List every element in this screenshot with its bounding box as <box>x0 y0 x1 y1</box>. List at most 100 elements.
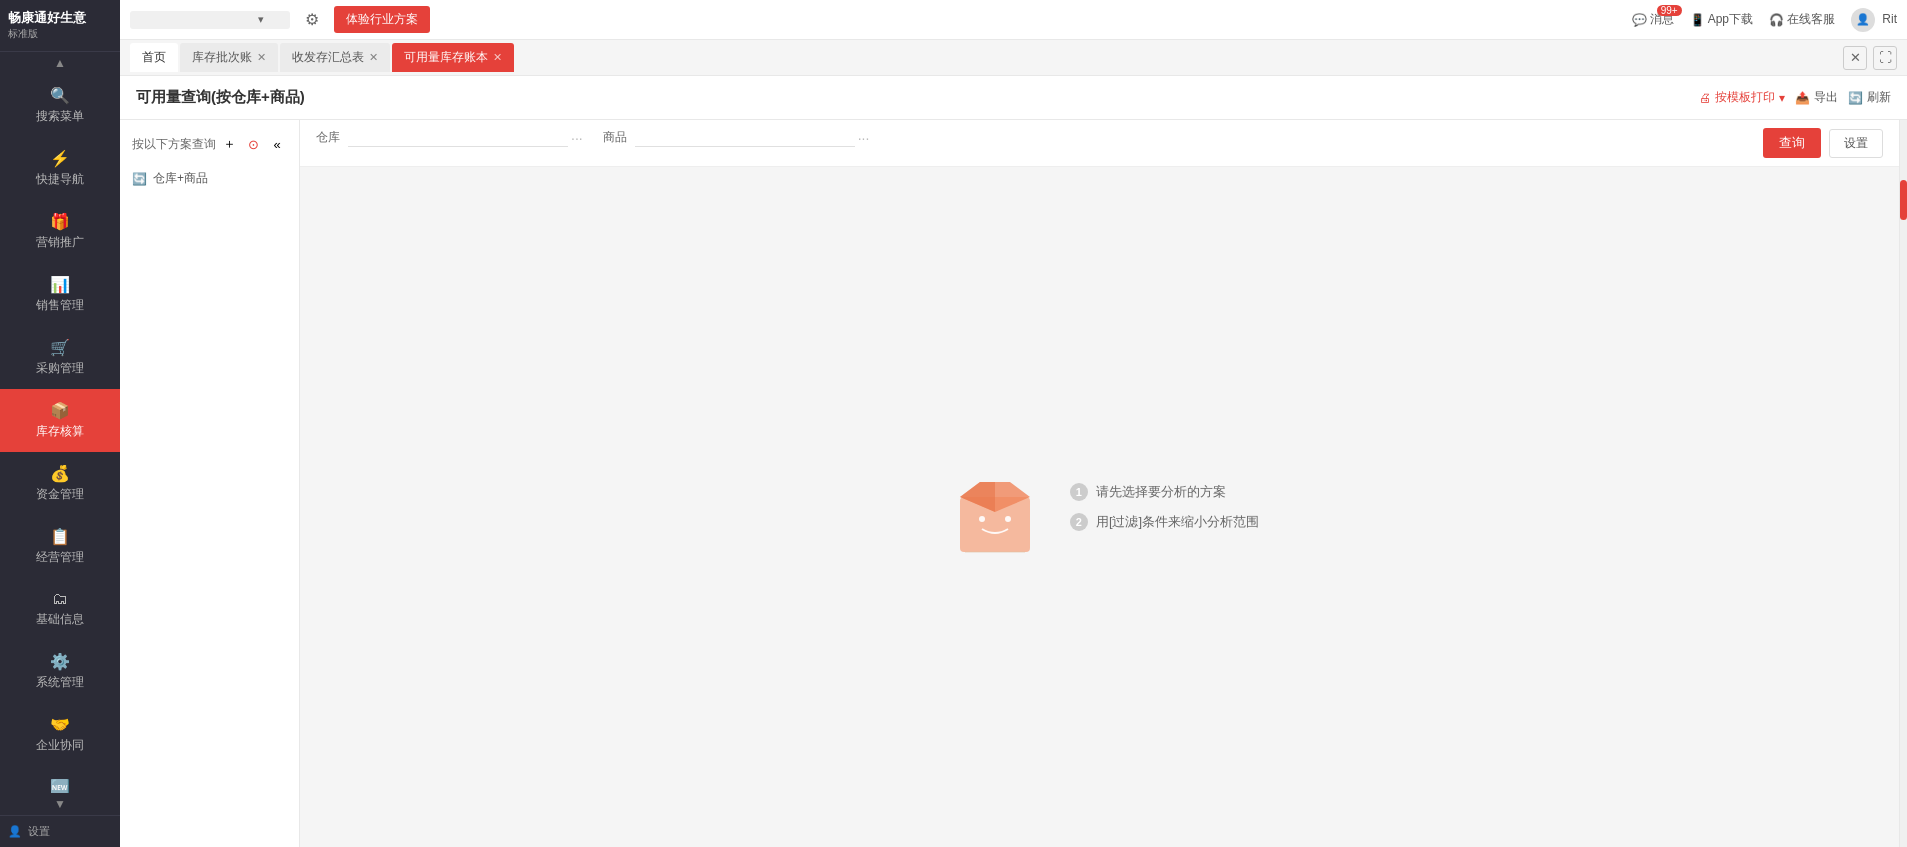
print-label: 按模板打印 <box>1715 89 1775 106</box>
btn-export[interactable]: 📤 导出 <box>1795 89 1838 106</box>
sidebar-item-basic[interactable]: 🗂 基础信息 <box>0 578 120 640</box>
sidebar: 畅康通好生意 标准版 ▲ 🔍搜索菜单 ⚡ 快捷导航 🎁 营销推广 📊销售管理 🛒 采购管理 📦库… <box>0 0 120 847</box>
tab-label-available_qty: 可用量库存账本 <box>404 49 488 66</box>
tab-close-available_qty[interactable]: ✕ <box>493 51 502 64</box>
app-label: App下载 <box>1708 11 1753 28</box>
sidebar-label-operation: 经营管理 <box>36 549 84 566</box>
print-dropdown-icon: ▾ <box>1779 91 1785 105</box>
tabs-actions: ✕ ⛶ <box>1843 46 1897 70</box>
right-scrollbar[interactable] <box>1899 120 1907 847</box>
warehouse-field-group: 仓库 ··· <box>316 128 583 147</box>
tabs-expand-btn[interactable]: ⛶ <box>1873 46 1897 70</box>
topbar-service[interactable]: 🎧 在线客服 <box>1769 11 1835 28</box>
user-name: Rit <box>1882 12 1897 26</box>
sidebar-label-basic: 基础信息 <box>36 611 84 628</box>
topbar-search-area[interactable]: ▾ <box>130 11 290 29</box>
print-icon: 🖨 <box>1699 91 1711 105</box>
tab-label-receipt_summary: 收发存汇总表 <box>292 49 364 66</box>
topbar-message[interactable]: 💬 消息 99+ <box>1632 11 1674 28</box>
sidebar-label-purchase: 采购管理 <box>36 360 84 377</box>
message-badge: 99+ <box>1657 5 1682 16</box>
tabs-bar: 首页库存批次账✕ 收发存汇总表 ✕ 可用量库存账本 ✕ ✕ ⛶ <box>120 40 1907 76</box>
basic-icon: 🗂 <box>52 590 68 608</box>
purchase-icon: 🛒 <box>50 338 70 357</box>
btn-settings[interactable]: 设置 <box>1829 129 1883 158</box>
scheme-item-warehouse-product[interactable]: 🔄 仓库+商品 <box>120 164 299 193</box>
sidebar-item-finance[interactable]: 💰资金管理 <box>0 452 120 515</box>
btn-template-print[interactable]: 🖨 按模板打印 ▾ <box>1699 89 1785 106</box>
empty-hint-1: 1 请先选择要分析的方案 <box>1070 483 1259 501</box>
sidebar-label-inventory: 库存核算 <box>36 423 84 440</box>
scheme-add-btn[interactable]: ＋ <box>219 134 239 154</box>
tabs-close-btn[interactable]: ✕ <box>1843 46 1867 70</box>
sidebar-footer[interactable]: 👤 设置 <box>0 815 120 847</box>
sidebar-item-inventory[interactable]: 📦库存核算 <box>0 389 120 452</box>
service-icon: 🎧 <box>1769 13 1784 27</box>
sidebar-item-shortcut[interactable]: ⚡ 快捷导航 <box>0 137 120 200</box>
warehouse-input[interactable] <box>348 128 568 147</box>
scheme-collapse-btn[interactable]: « <box>267 134 287 154</box>
sidebar-label-shortcut: 快捷导航 <box>36 171 84 188</box>
tabs-container: 首页库存批次账✕ 收发存汇总表 ✕ 可用量库存账本 ✕ <box>130 43 514 72</box>
scheme-edit-btn[interactable]: ⊙ <box>243 134 263 154</box>
sidebar-scroll-up[interactable]: ▲ <box>0 52 120 74</box>
sidebar-label-finance: 资金管理 <box>36 486 84 503</box>
product-label: 商品 <box>603 129 627 146</box>
sidebar-label-cooperation: 企业协同 <box>36 737 84 754</box>
content-area: 按以下方案查询 ＋ ⊙ « 🔄 仓库+商品 仓库 ··· <box>120 120 1907 847</box>
sidebar-item-search[interactable]: 🔍搜索菜单 <box>0 74 120 137</box>
query-bar: 仓库 ··· 商品 ··· 查询 设置 <box>300 120 1899 167</box>
scheme-actions: ＋ ⊙ « <box>219 134 287 154</box>
operation-icon: 📋 <box>50 527 70 546</box>
trial-btn[interactable]: 体验行业方案 <box>334 6 430 33</box>
shortcut-icon: ⚡ <box>50 149 70 168</box>
search-icon: 🔍 <box>50 86 70 105</box>
app-subtitle: 标准版 <box>8 27 38 41</box>
sidebar-item-operation[interactable]: 📋 经营管理 <box>0 515 120 578</box>
warehouse-label: 仓库 <box>316 129 340 146</box>
topbar: ▾ ⚙ 体验行业方案 💬 消息 99+ 📱 App下载 🎧 在线客服 👤 Rit <box>120 0 1907 40</box>
main-content: 仓库 ··· 商品 ··· 查询 设置 <box>300 120 1899 847</box>
sidebar-footer-label: 设置 <box>28 824 50 839</box>
warehouse-more-btn[interactable]: ··· <box>571 130 583 146</box>
sidebar-item-guide[interactable]: 🆕新手引导 <box>0 766 120 793</box>
sidebar-item-sales[interactable]: 📊销售管理 <box>0 263 120 326</box>
product-more-btn[interactable]: ··· <box>858 130 870 146</box>
sales-icon: 📊 <box>50 275 70 294</box>
search-input[interactable] <box>138 13 258 27</box>
page-header: 可用量查询(按仓库+商品) 🖨 按模板打印 ▾ 📤 导出 🔄 刷新 <box>120 76 1907 120</box>
empty-illustration <box>940 457 1040 557</box>
sidebar-item-system[interactable]: ⚙️系统管理 <box>0 640 120 703</box>
product-input[interactable] <box>635 128 855 147</box>
tab-available_qty[interactable]: 可用量库存账本 ✕ <box>392 43 514 72</box>
tab-home[interactable]: 首页 <box>130 43 178 72</box>
svg-point-4 <box>1005 516 1011 522</box>
sidebar-scroll-down[interactable]: ▼ <box>0 793 120 815</box>
tab-close-batch_account[interactable]: ✕ <box>257 51 266 64</box>
sidebar-label-marketing: 营销推广 <box>36 234 84 251</box>
tab-close-receipt_summary[interactable]: ✕ <box>369 51 378 64</box>
svg-point-3 <box>979 516 985 522</box>
export-icon: 📤 <box>1795 91 1810 105</box>
topbar-settings-btn[interactable]: ⚙ <box>298 6 326 34</box>
btn-query[interactable]: 查询 <box>1763 128 1821 158</box>
sidebar-footer-icon: 👤 <box>8 825 22 838</box>
scrollbar-thumb <box>1900 180 1907 220</box>
hint-num-2: 2 <box>1070 513 1088 531</box>
sidebar-item-marketing[interactable]: 🎁 营销推广 <box>0 200 120 263</box>
tab-batch_account[interactable]: 库存批次账✕ <box>180 43 278 72</box>
topbar-app-download[interactable]: 📱 App下载 <box>1690 11 1753 28</box>
sidebar-item-purchase[interactable]: 🛒 采购管理 <box>0 326 120 389</box>
sidebar-logo: 畅康通好生意 标准版 <box>0 0 120 52</box>
topbar-user[interactable]: 👤 Rit <box>1851 8 1897 32</box>
cooperation-icon: 🤝 <box>50 715 70 734</box>
search-dropdown-btn[interactable]: ▾ <box>258 13 264 26</box>
side-filter-panel: 按以下方案查询 ＋ ⊙ « 🔄 仓库+商品 <box>120 120 300 847</box>
btn-refresh[interactable]: 🔄 刷新 <box>1848 89 1891 106</box>
page-actions: 🖨 按模板打印 ▾ 📤 导出 🔄 刷新 <box>1699 89 1891 106</box>
marketing-icon: 🎁 <box>50 212 70 231</box>
tab-receipt_summary[interactable]: 收发存汇总表 ✕ <box>280 43 390 72</box>
tab-label-home: 首页 <box>142 49 166 66</box>
sidebar-item-cooperation[interactable]: 🤝 企业协同 <box>0 703 120 766</box>
refresh-icon: 🔄 <box>1848 91 1863 105</box>
